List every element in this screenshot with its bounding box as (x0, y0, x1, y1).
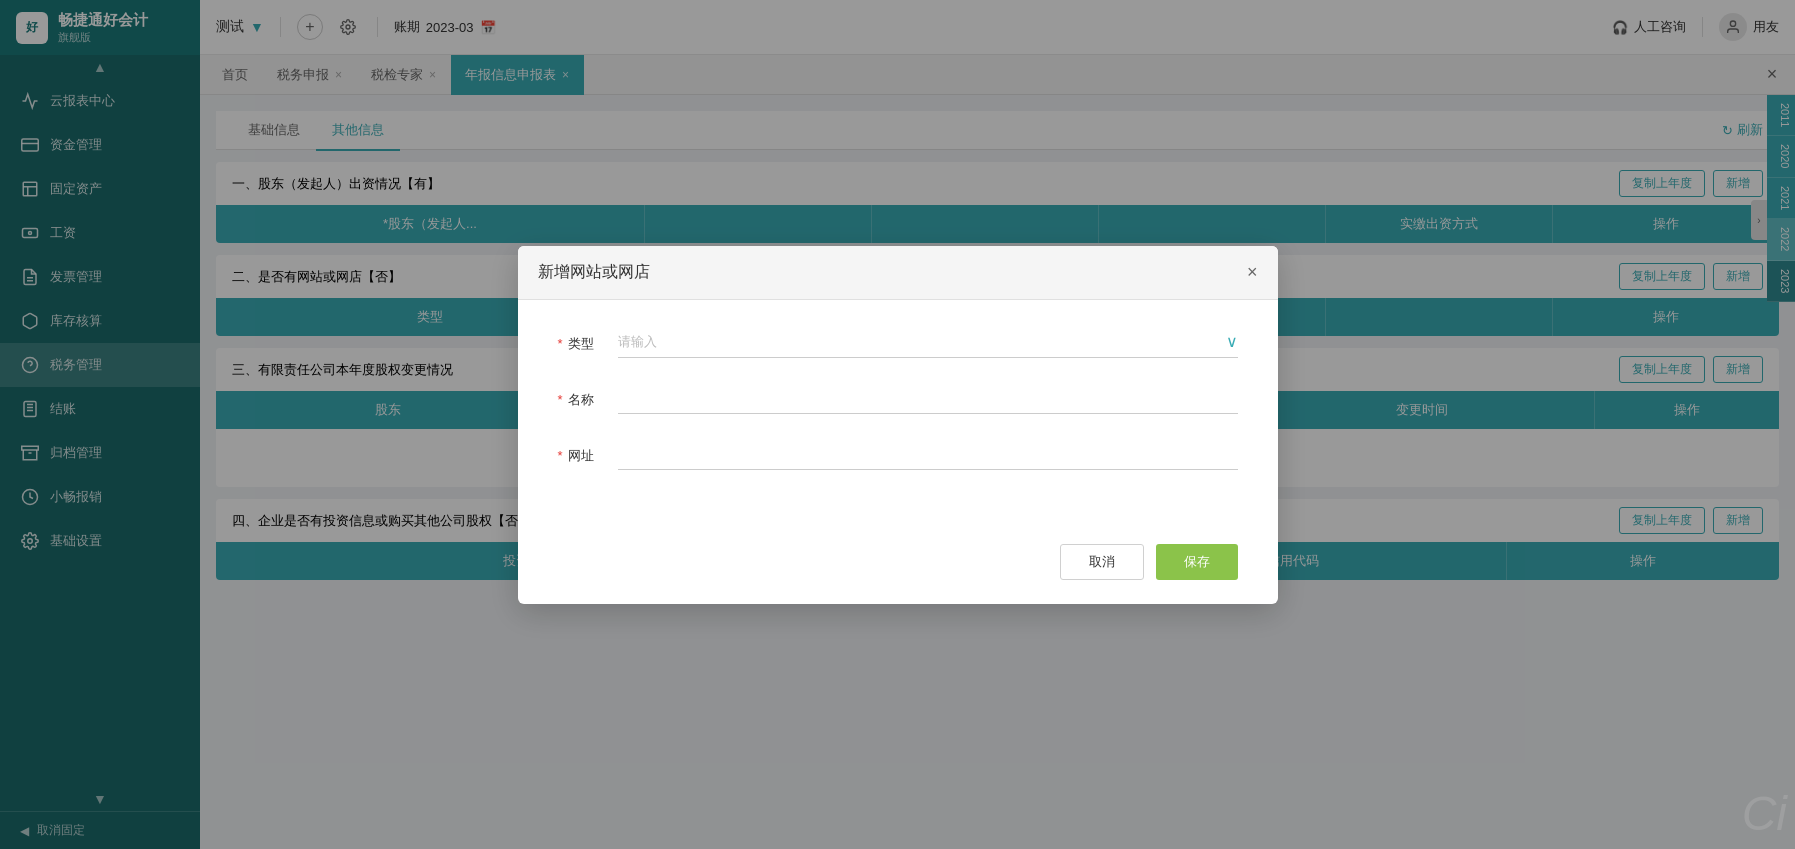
type-input[interactable] (618, 330, 1226, 353)
type-input-wrap: ∨ (618, 330, 1238, 358)
form-row-name: * 名称 (558, 386, 1238, 414)
required-star: * (558, 336, 563, 351)
field-label-name: * 名称 (558, 391, 618, 409)
modal-footer: 取消 保存 (518, 528, 1278, 604)
modal-title: 新增网站或网店 (538, 262, 650, 283)
field-label-url: * 网址 (558, 447, 618, 465)
name-input[interactable] (618, 386, 1238, 409)
url-input-wrap (618, 442, 1238, 470)
required-star3: * (558, 448, 563, 463)
modal-header: 新增网站或网店 × (518, 246, 1278, 300)
save-button[interactable]: 保存 (1156, 544, 1238, 580)
modal-body: * 类型 ∨ * 名称 * (518, 300, 1278, 528)
cancel-button[interactable]: 取消 (1060, 544, 1144, 580)
required-star2: * (558, 392, 563, 407)
modal-add-website: 新增网站或网店 × * 类型 ∨ * 名称 (518, 246, 1278, 604)
field-label-type: * 类型 (558, 335, 618, 353)
modal-overlay[interactable]: 新增网站或网店 × * 类型 ∨ * 名称 (0, 0, 1795, 849)
modal-close-button[interactable]: × (1247, 262, 1258, 283)
dropdown-icon[interactable]: ∨ (1226, 332, 1238, 351)
name-input-wrap (618, 386, 1238, 414)
form-row-url: * 网址 (558, 442, 1238, 470)
url-input[interactable] (618, 442, 1238, 465)
form-row-type: * 类型 ∨ (558, 330, 1238, 358)
